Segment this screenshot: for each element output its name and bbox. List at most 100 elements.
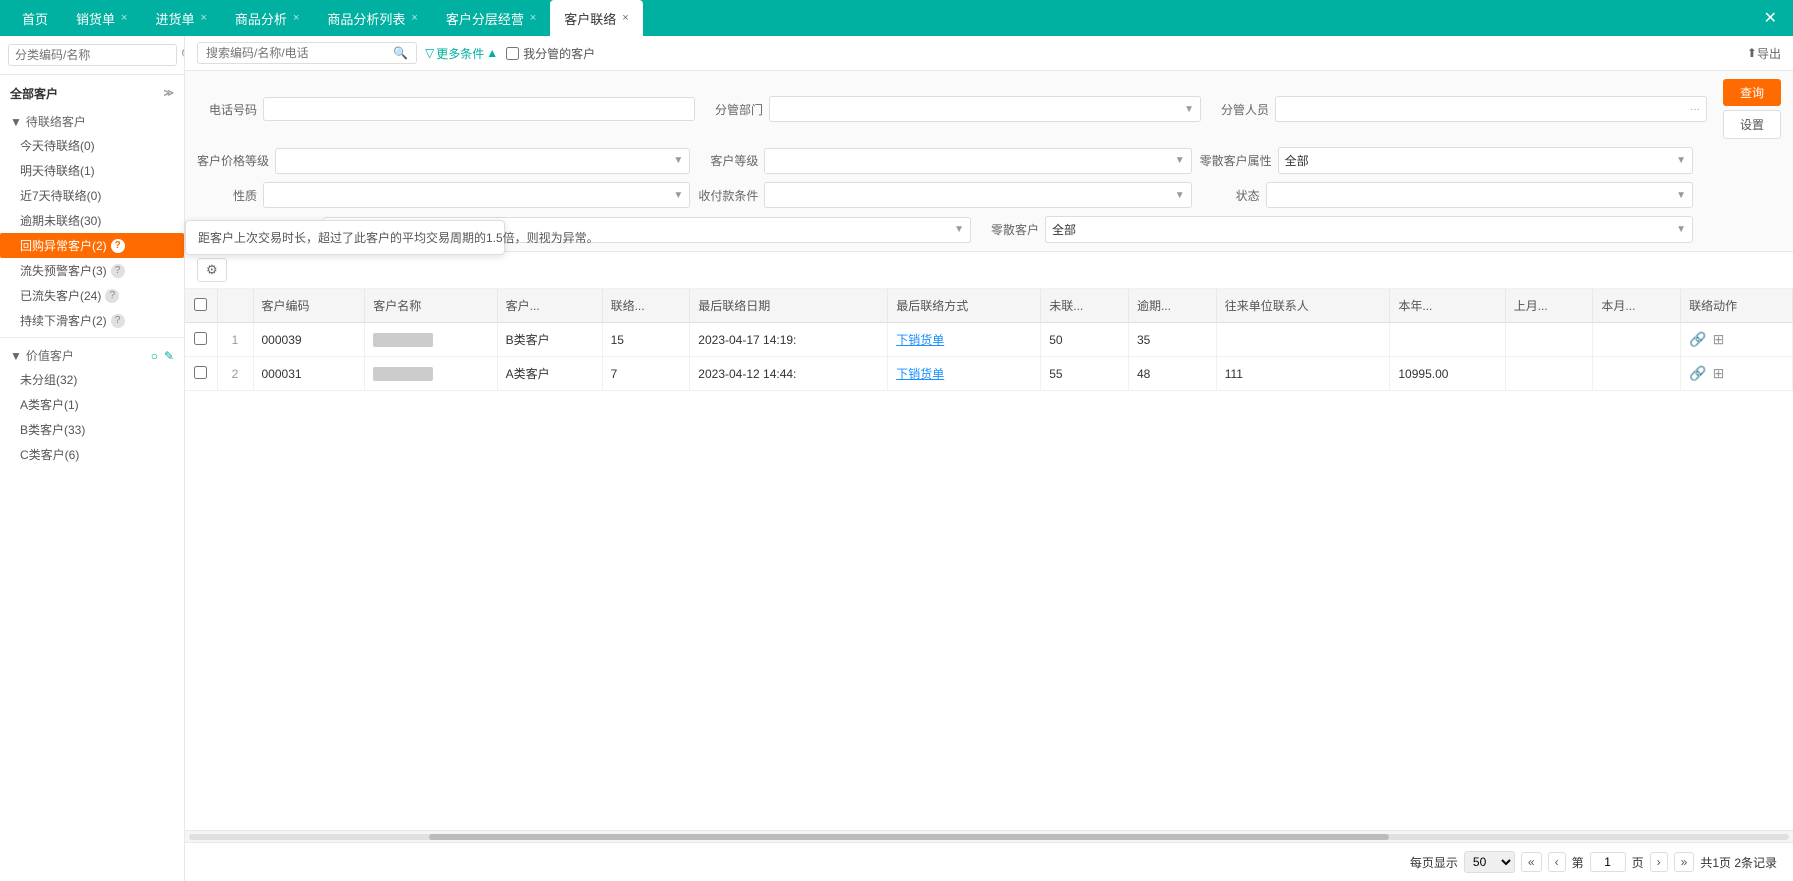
filter-cell-customer-level: 客户等级 ▼ [698,148,1191,174]
churn-warning-info-icon[interactable]: ? [111,264,125,278]
value-group-circle-icon[interactable]: ○ [151,349,158,363]
my-customers-wrap: 我分管的客户 [506,45,595,62]
col-header-check [185,289,217,323]
phone-input[interactable] [263,97,695,121]
row2-action-icons: 🔗 ⊞ [1689,365,1784,382]
gender-select[interactable]: ▼ [263,182,690,208]
sidebar-item-churned[interactable]: 已流失客户(24) ? [0,283,184,308]
sidebar-item-class-c[interactable]: C类客户(6) [0,442,184,467]
sidebar-item-repurchase-abnormal[interactable]: 回购异常客户(2) ? [0,233,184,258]
row1-contact: 15 [602,323,690,357]
row1-this-year [1390,323,1505,357]
sidebar-group-value[interactable]: ▼ 价值客户 ○ ✎ [0,342,184,367]
page-number-input[interactable] [1590,852,1626,872]
dept-caret-icon: ▼ [1184,104,1194,115]
nav-close-customer-contact[interactable]: × [622,12,628,24]
row2-last-method: 下销货单 [888,357,1041,391]
dept-select[interactable]: ▼ [769,96,1201,122]
sidebar-search-bar: 🔍 [0,36,184,75]
row1-last-month [1505,323,1593,357]
filter-cell-payment: 收付款条件 ▼ [698,182,1191,208]
filter-row-2: 客户价格等级 ▼ 客户等级 ▼ 零散客户属性 全部 [197,147,1781,174]
col-header-last-month: 上月... [1505,289,1593,323]
sidebar-item-ungrouped[interactable]: 未分组(32) [0,367,184,392]
nav-close-product-analysis-list[interactable]: × [411,12,417,24]
row2-code: 000031 [253,357,365,391]
horizontal-scrollbar[interactable] [185,830,1793,842]
sidebar-item-class-a[interactable]: A类客户(1) [0,392,184,417]
per-page-select[interactable]: 50 20 100 [1464,851,1515,873]
search-icon[interactable]: 🔍 [393,46,408,60]
declining-info-icon[interactable]: ? [111,314,125,328]
row1-last-method-link[interactable]: 下销货单 [896,333,944,347]
retail-attr-caret-icon: ▼ [1676,155,1686,166]
nav-close-purchase-order[interactable]: × [200,12,206,24]
total-records-label: 共1页 2条记录 [1700,854,1777,871]
row1-num: 1 [217,323,253,357]
row2-checkbox[interactable] [194,366,207,379]
nav-close-sales-order[interactable]: × [121,12,127,24]
nav-home[interactable]: 首页 [8,0,62,36]
repurchase-info-icon[interactable]: ? [111,239,125,253]
retail-attr-select[interactable]: 全部 ▼ [1278,147,1693,174]
gender-caret-icon: ▼ [673,190,683,201]
sidebar-collapse-icon[interactable]: ≫ [164,88,174,99]
row1-grid-icon[interactable]: ⊞ [1713,331,1725,348]
select-all-checkbox[interactable] [194,298,207,311]
export-button[interactable]: ⬆ 导出 [1747,45,1781,62]
row1-checkbox[interactable] [194,332,207,345]
nav-purchase-order[interactable]: 进货单 × [141,0,220,36]
nav-sales-order[interactable]: 销货单 × [62,0,141,36]
sidebar-item-class-b[interactable]: B类客户(33) [0,417,184,442]
table-area: 客户编码 客户名称 客户... 联络... 最后联络日期 [185,289,1793,830]
customer-level-select[interactable]: ▼ [764,148,1191,174]
prev-page-button[interactable]: ‹ [1548,852,1566,872]
sidebar-item-7day-waiting[interactable]: 近7天待联络(0) [0,183,184,208]
per-page-label: 每页显示 [1410,854,1458,871]
row2-last-method-link[interactable]: 下销货单 [896,367,944,381]
more-conditions-button[interactable]: ▽ 更多条件 ▲ [425,45,498,62]
col-header-action: 联络动作 [1681,289,1793,323]
sidebar-item-overdue-waiting[interactable]: 逾期未联络(30) [0,208,184,233]
nav-customer-tier[interactable]: 客户分层经营 × [432,0,550,36]
status-caret-icon: ▼ [1676,190,1686,201]
settings-button[interactable]: 设置 [1723,110,1781,139]
sidebar-item-churn-warning[interactable]: 流失预警客户(3) ? [0,258,184,283]
table-settings-button[interactable]: ⚙ [197,258,227,282]
status-select[interactable]: ▼ [1266,182,1693,208]
sidebar-search-input[interactable] [8,44,177,66]
filter-row-1: 电话号码 分管部门 ▼ 分管人员 ··· [197,79,1781,139]
close-all-tabs-button[interactable]: ✕ [1756,8,1785,28]
sidebar-item-declining[interactable]: 持续下滑客户(2) ? [0,308,184,333]
payment-caret-icon: ▼ [1175,190,1185,201]
retail-customer-select[interactable]: 全部 ▼ [1045,216,1693,243]
row1-link-icon[interactable]: 🔗 [1689,331,1706,348]
sidebar-item-tomorrow-waiting[interactable]: 明天待联络(1) [0,158,184,183]
price-level-select[interactable]: ▼ [275,148,690,174]
payment-select[interactable]: ▼ [764,182,1191,208]
first-page-button[interactable]: « [1521,852,1542,872]
sidebar-all-customers[interactable]: 全部客户 ≫ [0,79,184,108]
nav-product-analysis-list[interactable]: 商品分析列表 × [313,0,431,36]
row2-grid-icon[interactable]: ⊞ [1713,365,1725,382]
scrollbar-thumb[interactable] [429,834,1389,840]
value-group-edit-icon[interactable]: ✎ [164,349,174,363]
my-customers-checkbox[interactable] [506,47,519,60]
nav-product-analysis[interactable]: 商品分析 × [221,0,313,36]
nav-customer-contact[interactable]: 客户联络 × [550,0,642,36]
col-header-company-contact: 往来单位联系人 [1216,289,1390,323]
sidebar-item-today-waiting[interactable]: 今天待联络(0) [0,133,184,158]
col-header-last-method: 最后联络方式 [888,289,1041,323]
manager-select[interactable]: ··· [1275,96,1707,122]
next-page-button[interactable]: › [1650,852,1668,872]
sidebar-group-waiting[interactable]: ▼ 待联络客户 [0,108,184,133]
nav-close-product-analysis[interactable]: × [293,12,299,24]
churned-info-icon[interactable]: ? [105,289,119,303]
search-input[interactable] [206,46,381,60]
filter-icon: ▽ [425,46,434,60]
row2-link-icon[interactable]: 🔗 [1689,365,1706,382]
last-page-button[interactable]: » [1674,852,1695,872]
col-header-num [217,289,253,323]
query-button[interactable]: 查询 [1723,79,1781,106]
nav-close-customer-tier[interactable]: × [530,12,536,24]
